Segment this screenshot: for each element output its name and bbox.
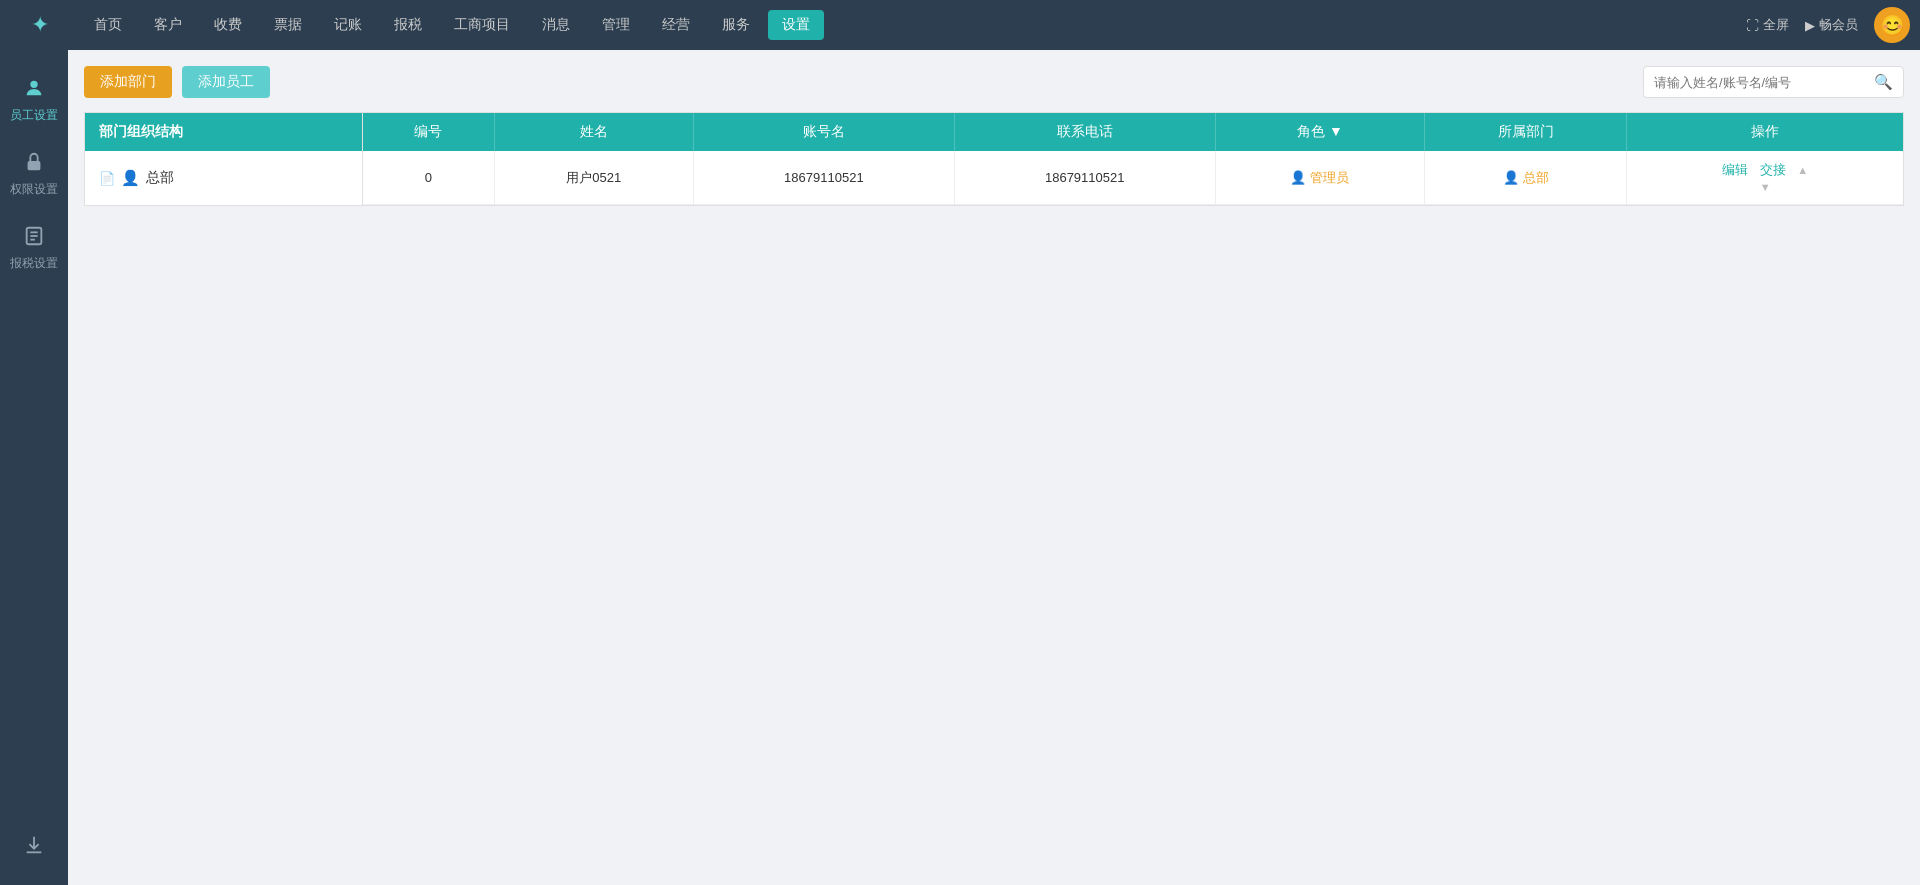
nav-home[interactable]: 首页 <box>80 10 136 40</box>
col-account: 账号名 <box>693 113 954 151</box>
sidebar-item-tax-settings[interactable]: 报税设置 <box>0 208 68 282</box>
col-phone: 联系电话 <box>954 113 1215 151</box>
search-wrap: 🔍 <box>1643 66 1904 98</box>
role-badge: 👤 管理员 <box>1290 169 1349 187</box>
svg-rect-1 <box>28 161 41 170</box>
search-button[interactable]: 🔍 <box>1864 67 1903 97</box>
nav-client[interactable]: 客户 <box>140 10 196 40</box>
sidebar-item-employee[interactable]: 员工设置 <box>0 60 68 134</box>
toolbar: 添加部门 添加员工 🔍 <box>84 66 1904 98</box>
col-dept: 所属部门 <box>1425 113 1627 151</box>
dept-item-general[interactable]: 📄 👤 总部 <box>85 161 362 195</box>
cell-id: 0 <box>363 151 494 205</box>
cell-actions: 编辑 交接 ▲▼ <box>1627 151 1903 205</box>
col-id: 编号 <box>363 113 494 151</box>
dept-folder-icon: 📄 <box>99 171 115 186</box>
dept-user-icon: 👤 <box>121 169 140 187</box>
nav-bill[interactable]: 票据 <box>260 10 316 40</box>
nav-service[interactable]: 服务 <box>708 10 764 40</box>
nav-items: 首页 客户 收费 票据 记账 报税 工商项目 消息 管理 经营 服务 设置 <box>80 10 1746 40</box>
employee-icon <box>20 74 48 102</box>
dept-item-label: 总部 <box>146 169 174 187</box>
main-content: 添加部门 添加员工 🔍 部门组织结构 📄 👤 总部 <box>68 50 1920 885</box>
add-emp-button[interactable]: 添加员工 <box>182 66 270 98</box>
nav-tax[interactable]: 报税 <box>380 10 436 40</box>
top-nav: ✦ 首页 客户 收费 票据 记账 报税 工商项目 消息 管理 经营 服务 设置 … <box>0 0 1920 50</box>
right-actions: ⛶ 全屏 ▶ 畅会员 😊 <box>1746 7 1910 43</box>
role-icon: 👤 <box>1290 170 1306 185</box>
download-icon <box>20 831 48 859</box>
cell-role: 👤 管理员 <box>1215 151 1425 205</box>
nav-fee[interactable]: 收费 <box>200 10 256 40</box>
sidebar-item-permission[interactable]: 权限设置 <box>0 134 68 208</box>
fullscreen-icon: ⛶ <box>1746 18 1759 33</box>
logo-icon: ✦ <box>10 12 70 38</box>
dept-tree: 部门组织结构 📄 👤 总部 <box>85 113 363 205</box>
col-role[interactable]: 角色 ▼ <box>1215 113 1425 151</box>
edit-link[interactable]: 编辑 <box>1722 162 1748 177</box>
user-avatar[interactable]: 😊 <box>1874 7 1910 43</box>
cell-phone: 18679110521 <box>954 151 1215 205</box>
nav-message[interactable]: 消息 <box>528 10 584 40</box>
nav-business[interactable]: 工商项目 <box>440 10 524 40</box>
cell-account: 18679110521 <box>693 151 954 205</box>
member-icon: ▶ <box>1805 18 1815 33</box>
cell-name: 用户0521 <box>494 151 693 205</box>
dept-cell-icon: 👤 <box>1503 170 1519 185</box>
search-input[interactable] <box>1644 69 1864 96</box>
emp-table-wrap: 编号 姓名 账号名 联系电话 角色 ▼ 所属部门 操作 0 用户0521 186… <box>363 113 1903 205</box>
dept-badge: 👤 总部 <box>1503 169 1549 187</box>
fullscreen-btn[interactable]: ⛶ 全屏 <box>1746 16 1789 34</box>
add-dept-button[interactable]: 添加部门 <box>84 66 172 98</box>
svg-point-0 <box>30 81 37 88</box>
table-row: 0 用户0521 18679110521 18679110521 👤 管理员 <box>363 151 1903 205</box>
member-btn[interactable]: ▶ 畅会员 <box>1805 16 1858 34</box>
nav-settings[interactable]: 设置 <box>768 10 824 40</box>
left-sidebar: 员工设置 权限设置 报税设置 <box>0 50 68 885</box>
lock-icon <box>20 148 48 176</box>
emp-table: 编号 姓名 账号名 联系电话 角色 ▼ 所属部门 操作 0 用户0521 186… <box>363 113 1903 205</box>
cell-dept: 👤 总部 <box>1425 151 1627 205</box>
search-icon: 🔍 <box>1874 73 1893 90</box>
tax-settings-icon <box>20 222 48 250</box>
dept-tree-body: 📄 👤 总部 <box>85 151 362 205</box>
dept-tree-header: 部门组织结构 <box>85 113 362 151</box>
nav-manage[interactable]: 管理 <box>588 10 644 40</box>
content-area: 部门组织结构 📄 👤 总部 编号 姓名 账号名 联系电话 角色 ▼ <box>84 112 1904 206</box>
nav-operation[interactable]: 经营 <box>648 10 704 40</box>
col-name: 姓名 <box>494 113 693 151</box>
nav-account[interactable]: 记账 <box>320 10 376 40</box>
col-actions: 操作 <box>1627 113 1903 151</box>
transfer-link[interactable]: 交接 <box>1760 162 1786 177</box>
sidebar-bottom-btn[interactable] <box>20 817 48 869</box>
table-header-row: 编号 姓名 账号名 联系电话 角色 ▼ 所属部门 操作 <box>363 113 1903 151</box>
